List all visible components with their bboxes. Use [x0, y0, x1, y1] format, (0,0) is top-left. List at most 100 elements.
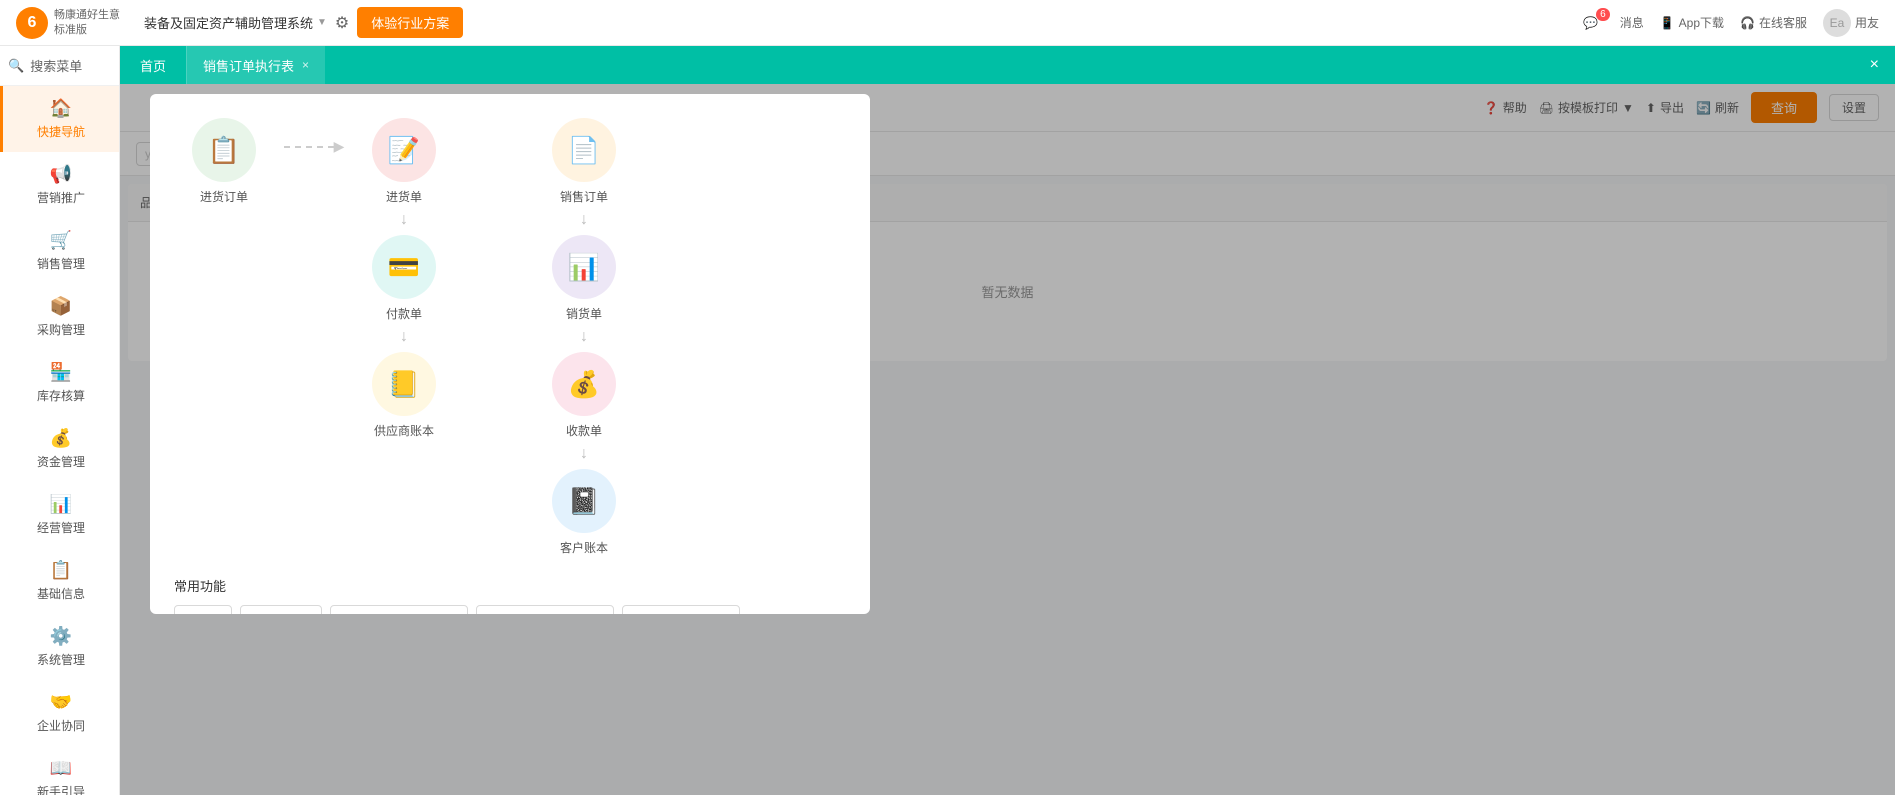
operation-icon: 📊 [50, 494, 72, 515]
sidebar-item-enterprise[interactable]: 🤝 企业协同 [0, 680, 119, 746]
finance-label: 资金管理 [37, 453, 85, 470]
purchase-label: 采购管理 [37, 321, 85, 338]
common-functions-section: 常用功能 商品往来单位现存量(库存状况表)现存量(库存分布表)销售毛利分析表商品… [174, 576, 846, 614]
quick-nav-label: 快捷导航 [37, 123, 85, 140]
func-button[interactable]: 现存量(库存状况表) [330, 605, 468, 614]
func-button[interactable]: 现存量(库存分布表) [476, 605, 614, 614]
quick-nav-icon: 🏠 [50, 98, 72, 119]
sidebar-item-newbie[interactable]: 📖 新手引导 [0, 746, 119, 795]
purchase-order-label: 进货订单 [200, 188, 248, 205]
modal-overlay: 📋 进货订单 ▶ 📝 进货单 [120, 84, 1895, 795]
modal-card: 📋 进货订单 ▶ 📝 进货单 [150, 94, 870, 614]
flow-node-payment[interactable]: 💳 付款单 [354, 235, 454, 322]
tab-bar: 首页 销售订单执行表 × × [120, 46, 1895, 84]
inventory-icon: 🏪 [50, 362, 72, 383]
sidebar-search[interactable]: 🔍 搜索菜单 [0, 46, 119, 86]
system-icon: ⚙️ [50, 626, 72, 647]
flow-node-sales-bill[interactable]: 📊 销货单 [534, 235, 634, 322]
payment-label: 付款单 [386, 305, 422, 322]
arrow-down-so: ↓ [580, 211, 588, 229]
operation-label: 经营管理 [37, 519, 85, 536]
app-download-button[interactable]: 📱 App下载 [1660, 14, 1724, 31]
enterprise-icon: 🤝 [50, 692, 72, 713]
user-area[interactable]: Ea 用友 [1823, 9, 1879, 37]
download-icon: 📱 [1660, 16, 1675, 30]
enterprise-label: 企业协同 [37, 717, 85, 734]
newbie-icon: 📖 [50, 758, 72, 779]
sidebar-item-finance[interactable]: 💰 资金管理 [0, 416, 119, 482]
marketing-label: 营销推广 [37, 189, 85, 206]
receipt-icon: 💰 [552, 352, 616, 416]
inventory-label: 库存核算 [37, 387, 85, 404]
app-logo-icon: 6 [16, 7, 48, 39]
dropdown-arrow-icon: ▼ [317, 17, 327, 28]
avatar: Ea [1823, 9, 1851, 37]
content-area: ❓ 帮助 🖨 按模板打印 ▼ ⬆ 导出 🔄 刷新 查询 设置 [120, 84, 1895, 795]
sidebar-item-sales[interactable]: 🛒销售管理 [0, 218, 119, 284]
supplier-ledger-label: 供应商账本 [374, 422, 434, 439]
arrow-down-sb: ↓ [580, 328, 588, 346]
main-area: 首页 销售订单执行表 × × ❓ 帮助 🖨 按模板打印 ▼ ⬆ [120, 46, 1895, 795]
sales-label: 销售管理 [37, 255, 85, 272]
customer-ledger-icon: 📓 [552, 469, 616, 533]
sidebar: 🔍 搜索菜单 🏠 快捷导航 📢 营销推广 🛒销售管理 📦 采购管理 🏪 库存核算 💰 资金管理 📊 经营… [0, 46, 120, 795]
search-icon: 🔍 [8, 58, 24, 74]
finance-icon: 💰 [50, 428, 72, 449]
tab-sales-order[interactable]: 销售订单执行表 × [187, 46, 325, 84]
arrow-down-receipt: ↓ [580, 445, 588, 463]
sidebar-item-basic[interactable]: 📋 基础信息 [0, 548, 119, 614]
sidebar-item-inventory[interactable]: 🏪 库存核算 [0, 350, 119, 416]
sales-bill-icon: 📊 [552, 235, 616, 299]
purchase-icon: 📦 [50, 296, 72, 317]
settings-icon[interactable]: ⚙ [335, 13, 349, 33]
sales-bill-label: 销货单 [566, 305, 602, 322]
func-button[interactable]: 销售毛利分析表 [622, 605, 740, 614]
basic-label: 基础信息 [37, 585, 85, 602]
sidebar-item-marketing[interactable]: 📢 营销推广 [0, 152, 119, 218]
top-bar: 6 畅康通好生意 标准版 装备及固定资产辅助管理系统 ▼ ⚙ 体验行业方案 💬 … [0, 0, 1895, 46]
receipt-label: 收款单 [566, 422, 602, 439]
arrow-p-to-pb: ▶ [284, 138, 345, 155]
func-button[interactable]: 往来单位 [240, 605, 322, 614]
purchase-bill-label: 进货单 [386, 188, 422, 205]
marketing-icon: 📢 [50, 164, 72, 185]
logo-area: 6 畅康通好生意 标准版 [16, 7, 136, 39]
message-badge: 6 [1596, 8, 1610, 21]
arrow-down-pay: ↓ [400, 328, 408, 346]
purchase-bill-icon: 📝 [372, 118, 436, 182]
flow-diagram: 📋 进货订单 ▶ 📝 进货单 [174, 118, 846, 556]
sales-order-label: 销售订单 [560, 188, 608, 205]
common-functions-title: 常用功能 [174, 576, 846, 595]
sidebar-item-quick-nav[interactable]: 🏠 快捷导航 [0, 86, 119, 152]
purchase-order-icon: 📋 [192, 118, 256, 182]
trial-button[interactable]: 体验行业方案 [357, 7, 463, 38]
flow-node-sales-order[interactable]: 📄 销售订单 [534, 118, 634, 205]
newbie-label: 新手引导 [37, 783, 85, 795]
system-label: 系统管理 [37, 651, 85, 668]
payment-icon: 💳 [372, 235, 436, 299]
logo-text: 畅康通好生意 标准版 [54, 8, 120, 37]
flow-node-supplier-ledger[interactable]: 📒 供应商账本 [354, 352, 454, 439]
flow-node-customer-ledger[interactable]: 📓 客户账本 [534, 469, 634, 556]
system-title: 装备及固定资产辅助管理系统 ▼ ⚙ 体验行业方案 [144, 7, 1583, 38]
tab-close-icon[interactable]: × [302, 58, 309, 72]
service-icon: 🎧 [1740, 16, 1755, 30]
online-service-button[interactable]: 🎧 在线客服 [1740, 14, 1807, 31]
sidebar-item-system[interactable]: ⚙️ 系统管理 [0, 614, 119, 680]
basic-icon: 📋 [50, 560, 72, 581]
tab-home[interactable]: 首页 [120, 46, 187, 84]
top-right-area: 💬 6 消息 📱 App下载 🎧 在线客服 Ea 用友 [1583, 9, 1879, 37]
tab-close-right-icon[interactable]: × [1854, 56, 1895, 74]
title-dropdown[interactable]: 装备及固定资产辅助管理系统 ▼ [144, 13, 327, 32]
sidebar-item-purchase[interactable]: 📦 采购管理 [0, 284, 119, 350]
flow-node-purchase-order[interactable]: 📋 进货订单 [174, 118, 274, 205]
flow-node-receipt[interactable]: 💰 收款单 [534, 352, 634, 439]
customer-ledger-label: 客户账本 [560, 539, 608, 556]
sales-order-icon: 📄 [552, 118, 616, 182]
sidebar-item-operation[interactable]: 📊 经营管理 [0, 482, 119, 548]
func-button[interactable]: 商品 [174, 605, 232, 614]
flow-node-purchase-bill[interactable]: 📝 进货单 [354, 118, 454, 205]
arrow-down-pb: ↓ [400, 211, 408, 229]
func-row-1: 商品往来单位现存量(库存状况表)现存量(库存分布表)销售毛利分析表商品毛利分析 [174, 605, 846, 614]
message-button[interactable]: 💬 6 消息 [1583, 14, 1644, 31]
